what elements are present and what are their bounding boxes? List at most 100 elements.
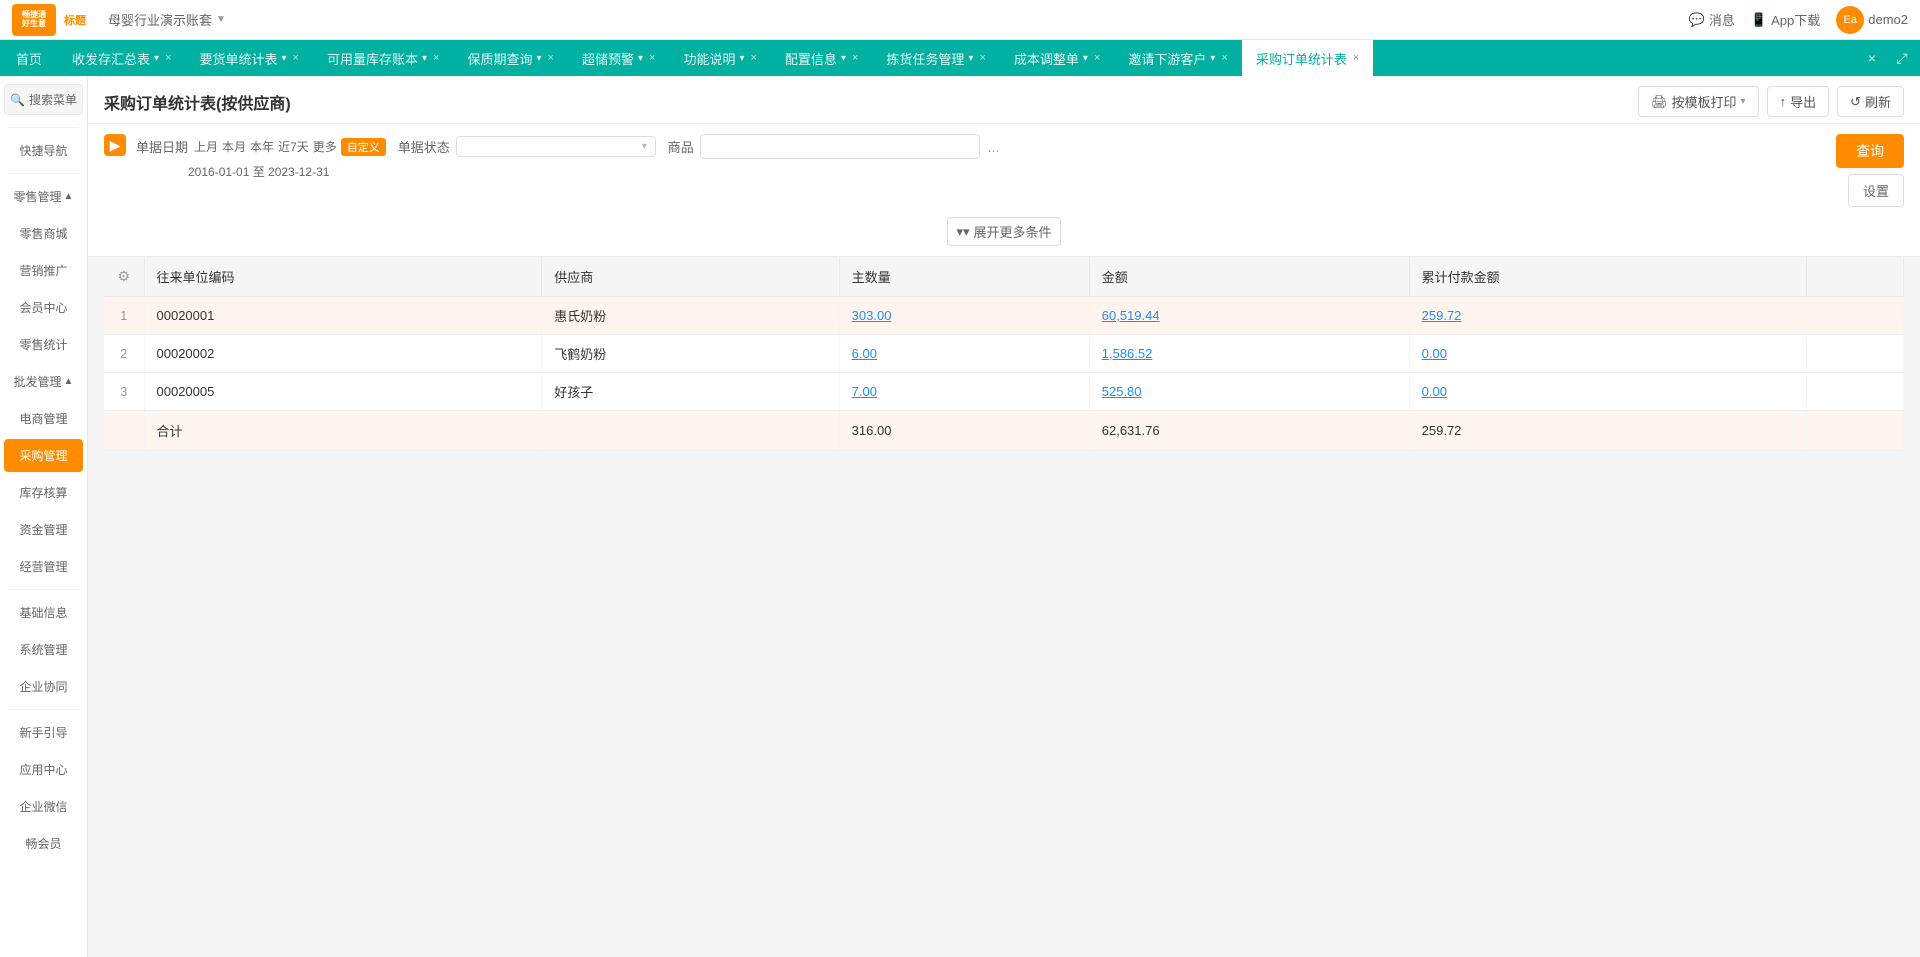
tab-ccyj[interactable]: 超储预警 ▾ × (568, 40, 669, 76)
sidebar-item-quick-nav[interactable]: 快捷导航 (4, 134, 83, 167)
tab-close-icon[interactable]: × (1094, 52, 1100, 64)
nav-maximize-btn[interactable]: ⤢ (1888, 44, 1916, 72)
cell-code: 00020002 (144, 335, 542, 373)
tab-close-icon[interactable]: × (979, 52, 985, 64)
cell-supplier: 好孩子 (542, 373, 839, 411)
cell-supplier: 飞鹤奶粉 (542, 335, 839, 373)
sidebar-item-jcxx[interactable]: 基础信息 (4, 596, 83, 629)
custom-date-badge[interactable]: 自定义 (341, 138, 386, 156)
shortcut-last-month[interactable]: 上月 (194, 138, 218, 155)
message-btn[interactable]: 💬 消息 (1689, 10, 1735, 29)
export-btn[interactable]: ↑ 导出 (1767, 86, 1830, 117)
tab-label: 功能说明 (683, 49, 735, 68)
tab-close-icon[interactable]: × (1353, 52, 1359, 64)
cell-qty[interactable]: 6.00 (839, 335, 1089, 373)
sidebar-item-jygl[interactable]: 经营管理 (4, 550, 83, 583)
tab-label: 成本调整单 (1014, 49, 1079, 68)
divider-4 (8, 709, 79, 710)
tab-close-icon[interactable]: × (852, 52, 858, 64)
refresh-btn[interactable]: ↺ 刷新 (1837, 86, 1904, 117)
sidebar-item-pfgl[interactable]: 批发管理 ▲ (4, 365, 83, 398)
tab-arrow-icon: ▾ (638, 53, 643, 64)
page-header-actions: 🖨 按模板打印 ▾ ↑ 导出 ↺ 刷新 (1638, 86, 1904, 117)
tab-bqcx[interactable]: 保质期查询 ▾ × (453, 40, 567, 76)
tab-gnsm[interactable]: 功能说明 ▾ × (669, 40, 770, 76)
settings-btn[interactable]: 设置 (1848, 174, 1904, 207)
workspace-selector[interactable]: 母婴行业演示账套 ▼ (100, 10, 234, 29)
nav-close-btn[interactable]: × (1858, 44, 1886, 72)
tab-cgdd[interactable]: 采购订单统计表 × (1242, 40, 1373, 76)
workspace-chevron-icon: ▼ (216, 14, 226, 25)
cell-supplier: 惠氏奶粉 (542, 297, 839, 335)
tab-close-icon[interactable]: × (750, 52, 756, 64)
tab-close-icon[interactable]: × (433, 52, 439, 64)
nav-right-btns: × ⤢ (1858, 44, 1920, 72)
cell-paid[interactable]: 0.00 (1409, 373, 1807, 411)
tab-kysl[interactable]: 可用量库存账本 ▾ × (313, 40, 453, 76)
tab-yqxs[interactable]: 邀请下游客户 ▾ × (1114, 40, 1241, 76)
export-icon: ↑ (1780, 94, 1787, 109)
expand-more-btn[interactable]: ▾▾ 展开更多条件 (947, 217, 1060, 246)
tab-label: 采购订单统计表 (1256, 49, 1347, 68)
shortcut-more[interactable]: 更多 (313, 138, 337, 155)
data-table: ⚙ 往来单位编码 供应商 主数量 金额 累计付款金额 1 00020001 惠氏… (104, 257, 1904, 451)
tab-home[interactable]: 首页 (0, 40, 58, 76)
app-label: App下载 (1771, 10, 1820, 29)
tab-label: 保质期查询 (467, 49, 532, 68)
sidebar-item-xsyd[interactable]: 新手引导 (4, 716, 83, 749)
col-settings[interactable]: ⚙ (104, 257, 144, 297)
date-filter-group: 单据日期 上月 本月 本年 近7天 更多 自定义 (136, 137, 386, 156)
cell-amount[interactable]: 525.80 (1089, 373, 1409, 411)
user-area[interactable]: Ea demo2 (1836, 6, 1908, 34)
tab-close-icon[interactable]: × (649, 52, 655, 64)
query-btn[interactable]: 查询 (1836, 134, 1904, 168)
tab-close-icon[interactable]: × (293, 52, 299, 64)
cell-qty[interactable]: 7.00 (839, 373, 1089, 411)
shortcut-this-month[interactable]: 本月 (222, 138, 246, 155)
status-select[interactable]: ▾ (456, 136, 656, 157)
sidebar-item-zjgl[interactable]: 资金管理 (4, 513, 83, 546)
sidebar-item-kchs[interactable]: 库存核算 (4, 476, 83, 509)
sidebar-item-hyzy[interactable]: 会员中心 (4, 291, 83, 324)
tab-shfs[interactable]: 收发存汇总表 ▾ × (58, 40, 185, 76)
filter-toggle-btn[interactable]: ▶ (104, 134, 126, 156)
cell-paid[interactable]: 0.00 (1409, 335, 1807, 373)
sidebar-item-xtgl[interactable]: 系统管理 (4, 633, 83, 666)
sidebar-item-phy[interactable]: 畅会员 (4, 827, 83, 860)
shortcut-7days[interactable]: 近7天 (278, 138, 309, 155)
sidebar-item-cggl[interactable]: 采购管理 (4, 439, 83, 472)
sidebar-item-yyzx[interactable]: 应用中心 (4, 753, 83, 786)
date-filter-label: 单据日期 (136, 137, 188, 156)
app-download-btn[interactable]: 📱 App下载 (1751, 10, 1820, 29)
sidebar-item-lsxs[interactable]: 零售管理 ▲ (4, 180, 83, 213)
tab-cbtz[interactable]: 成本调整单 ▾ × (1000, 40, 1114, 76)
tab-yfqd[interactable]: 要货单统计表 ▾ × (186, 40, 313, 76)
search-menu-btn[interactable]: 🔍 搜索菜单 (4, 84, 83, 115)
cell-amount[interactable]: 1,586.52 (1089, 335, 1409, 373)
col-qty: 主数量 (839, 257, 1089, 297)
shortcut-this-year[interactable]: 本年 (250, 138, 274, 155)
sidebar-item-yxtg[interactable]: 营销推广 (4, 254, 83, 287)
sidebar-item-lstj[interactable]: 零售统计 (4, 328, 83, 361)
goods-more-icon[interactable]: ... (988, 139, 1000, 155)
cell-qty[interactable]: 303.00 (839, 297, 1089, 335)
tab-label: 拣货任务管理 (886, 49, 964, 68)
logo-subtitle: 标题 (64, 12, 86, 28)
sidebar-item-dsgl[interactable]: 电商管理 (4, 402, 83, 435)
cell-code: 00020001 (144, 297, 542, 335)
print-btn[interactable]: 🖨 按模板打印 ▾ (1638, 86, 1759, 117)
cell-paid[interactable]: 259.72 (1409, 297, 1807, 335)
tab-close-icon[interactable]: × (548, 52, 554, 64)
tab-phsm[interactable]: 拣货任务管理 ▾ × (872, 40, 999, 76)
date-range-display: 2016-01-01 至 2023-12-31 (188, 163, 329, 180)
tab-pzsz[interactable]: 配置信息 ▾ × (771, 40, 872, 76)
tab-close-icon[interactable]: × (1221, 52, 1227, 64)
cell-amount[interactable]: 60,519.44 (1089, 297, 1409, 335)
cell-no: 3 (104, 373, 144, 411)
sidebar-item-lssc[interactable]: 零售商城 (4, 217, 83, 250)
tab-close-icon[interactable]: × (165, 52, 171, 64)
sidebar-item-qywx[interactable]: 企业微信 (4, 790, 83, 823)
sidebar-item-qyxt[interactable]: 企业协同 (4, 670, 83, 703)
cell-extra (1807, 335, 1904, 373)
goods-input[interactable] (700, 134, 980, 159)
